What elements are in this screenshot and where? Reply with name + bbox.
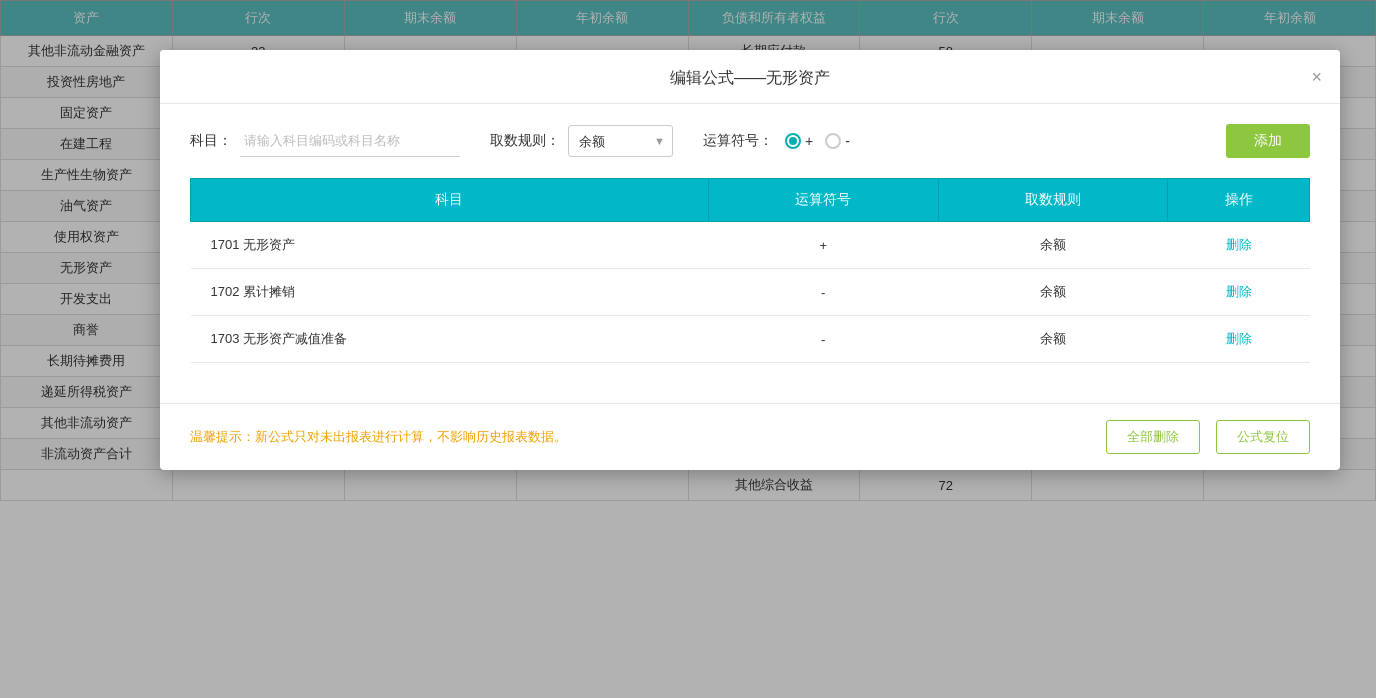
row-rule: 余额 (938, 222, 1168, 269)
row-action: 删除 (1168, 222, 1310, 269)
radio-minus-label: - (845, 133, 850, 149)
row-subject: 1703 无形资产减值准备 (191, 316, 709, 363)
modal-dialog: 编辑公式——无形资产 × 科目： 取数规则： 余额 借方 贷方 借方发生额 贷方… (160, 50, 1340, 470)
rule-select-wrapper: 余额 借方 贷方 借方发生额 贷方发生额 ▼ (568, 125, 673, 157)
th-subject: 科目 (191, 179, 709, 222)
form-row: 科目： 取数规则： 余额 借方 贷方 借方发生额 贷方发生额 ▼ 运算 (190, 124, 1310, 158)
subject-section: 科目： (190, 125, 460, 157)
row-subject: 1701 无形资产 (191, 222, 709, 269)
modal-body: 科目： 取数规则： 余额 借方 贷方 借方发生额 贷方发生额 ▼ 运算 (160, 104, 1340, 403)
tip-text: 温馨提示：新公式只对未出报表进行计算，不影响历史报表数据。 (190, 428, 567, 446)
footer-buttons: 全部删除 公式复位 (1106, 420, 1310, 454)
operator-section: 运算符号： + - (703, 132, 850, 150)
close-button[interactable]: × (1311, 68, 1322, 86)
rule-label: 取数规则： (490, 132, 560, 150)
reset-button[interactable]: 公式复位 (1216, 420, 1310, 454)
subject-label: 科目： (190, 132, 232, 150)
row-rule: 余额 (938, 316, 1168, 363)
radio-plus-circle (785, 133, 801, 149)
subject-input[interactable] (240, 125, 460, 157)
rule-section: 取数规则： 余额 借方 贷方 借方发生额 贷方发生额 ▼ (490, 125, 673, 157)
rule-select[interactable]: 余额 借方 贷方 借方发生额 贷方发生额 (568, 125, 673, 157)
table-row: 1701 无形资产+余额 删除 (191, 222, 1310, 269)
delete-link[interactable]: 删除 (1226, 331, 1252, 346)
row-operator: - (708, 316, 938, 363)
radio-plus-label: + (805, 133, 813, 149)
modal-footer: 温馨提示：新公式只对未出报表进行计算，不影响历史报表数据。 全部删除 公式复位 (160, 403, 1340, 470)
row-action: 删除 (1168, 316, 1310, 363)
radio-minus-circle (825, 133, 841, 149)
row-operator: - (708, 269, 938, 316)
table-row: 1702 累计摊销-余额 删除 (191, 269, 1310, 316)
row-action: 删除 (1168, 269, 1310, 316)
th-operator: 运算符号 (708, 179, 938, 222)
modal-header: 编辑公式——无形资产 × (160, 50, 1340, 104)
add-button[interactable]: 添加 (1226, 124, 1310, 158)
row-subject: 1702 累计摊销 (191, 269, 709, 316)
radio-plus[interactable]: + (785, 133, 813, 149)
row-rule: 余额 (938, 269, 1168, 316)
delete-link[interactable]: 删除 (1226, 237, 1252, 252)
formula-table: 科目 运算符号 取数规则 操作 1701 无形资产+余额删除1702 累计摊销-… (190, 178, 1310, 363)
operator-radio-group: + - (785, 133, 850, 149)
th-rule: 取数规则 (938, 179, 1168, 222)
operator-label: 运算符号： (703, 132, 773, 150)
row-operator: + (708, 222, 938, 269)
table-row: 1703 无形资产减值准备-余额 删除 (191, 316, 1310, 363)
delete-link[interactable]: 删除 (1226, 284, 1252, 299)
th-action: 操作 (1168, 179, 1310, 222)
radio-minus[interactable]: - (825, 133, 850, 149)
delete-all-button[interactable]: 全部删除 (1106, 420, 1200, 454)
modal-title: 编辑公式——无形资产 (670, 68, 830, 89)
